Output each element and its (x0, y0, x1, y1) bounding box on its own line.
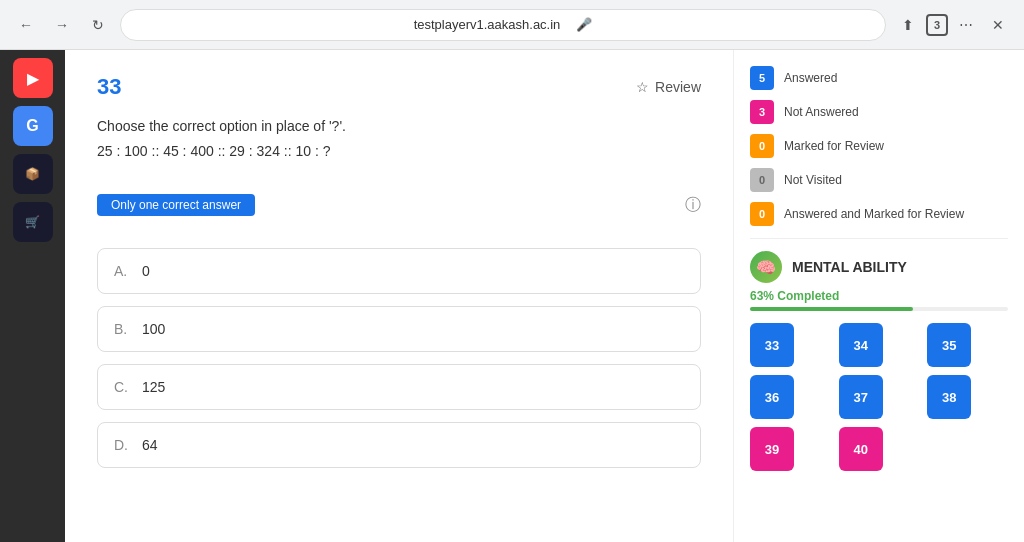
option-c-label: C. (114, 379, 130, 395)
sidebar-app-youtube[interactable]: ▶ (13, 58, 53, 98)
left-sidebar: ▶ G 📦 🛒 (0, 50, 65, 542)
option-b-value: 100 (142, 321, 165, 337)
section-divider (750, 238, 1008, 239)
marked-review-badge: 0 (750, 134, 774, 158)
legend-answered-marked: 0 Answered and Marked for Review (750, 202, 1008, 226)
sidebar-app-cart[interactable]: 🛒 (13, 202, 53, 242)
question-btn-38[interactable]: 38 (927, 375, 971, 419)
address-bar[interactable]: testplayerv1.aakash.ac.in 🎤 (120, 9, 886, 41)
browser-actions: ⬆ 3 ⋯ ✕ (894, 11, 1012, 39)
option-c[interactable]: C. 125 (97, 364, 701, 410)
not-answered-label: Not Answered (784, 105, 859, 119)
section-title: MENTAL ABILITY (792, 259, 907, 275)
close-button[interactable]: ✕ (984, 11, 1012, 39)
sidebar-app-dark[interactable]: 📦 (13, 154, 53, 194)
completion-bar-container: 63% Completed (750, 289, 1008, 311)
answered-label: Answered (784, 71, 837, 85)
answered-marked-badge: 0 (750, 202, 774, 226)
main-content: 33 ☆ Review Choose the correct option in… (65, 50, 1024, 542)
question-grid: 33 34 35 36 37 38 39 40 (750, 323, 1008, 471)
question-btn-39[interactable]: 39 (750, 427, 794, 471)
question-text-line2: 25 : 100 :: 45 : 400 :: 29 : 324 :: 10 :… (97, 141, 701, 162)
info-icon[interactable]: ⓘ (685, 195, 701, 216)
completion-bar-fill (750, 307, 913, 311)
not-visited-label: Not Visited (784, 173, 842, 187)
completion-bar-bg (750, 307, 1008, 311)
option-b-label: B. (114, 321, 130, 337)
back-button[interactable]: ← (12, 11, 40, 39)
legend-not-answered: 3 Not Answered (750, 100, 1008, 124)
options-list: A. 0 B. 100 C. 125 D. 64 (97, 248, 701, 468)
question-btn-33[interactable]: 33 (750, 323, 794, 367)
legend-marked-review: 0 Marked for Review (750, 134, 1008, 158)
option-d[interactable]: D. 64 (97, 422, 701, 468)
sidebar-app-google[interactable]: G (13, 106, 53, 146)
question-btn-40[interactable]: 40 (839, 427, 883, 471)
marked-review-label: Marked for Review (784, 139, 884, 153)
right-panel: 5 Answered 3 Not Answered 0 Marked for R… (734, 50, 1024, 542)
option-d-value: 64 (142, 437, 158, 453)
question-text-line1: Choose the correct option in place of '?… (97, 116, 701, 137)
section-icon: 🧠 (750, 251, 782, 283)
legend-answered: 5 Answered (750, 66, 1008, 90)
mic-icon[interactable]: 🎤 (576, 17, 592, 32)
question-btn-36[interactable]: 36 (750, 375, 794, 419)
reload-button[interactable]: ↻ (84, 11, 112, 39)
option-b[interactable]: B. 100 (97, 306, 701, 352)
option-d-label: D. (114, 437, 130, 453)
completion-text: 63% Completed (750, 289, 1008, 303)
question-panel: 33 ☆ Review Choose the correct option in… (65, 50, 734, 542)
url-text: testplayerv1.aakash.ac.in (414, 17, 561, 32)
review-label: Review (655, 79, 701, 95)
not-answered-badge: 3 (750, 100, 774, 124)
question-btn-35[interactable]: 35 (927, 323, 971, 367)
review-button[interactable]: ☆ Review (636, 79, 701, 95)
not-visited-badge: 0 (750, 168, 774, 192)
forward-button[interactable]: → (48, 11, 76, 39)
browser-chrome: ← → ↻ testplayerv1.aakash.ac.in 🎤 ⬆ 3 ⋯ … (0, 0, 1024, 50)
section-header: 🧠 MENTAL ABILITY (750, 251, 1008, 283)
question-number: 33 (97, 74, 121, 100)
question-btn-34[interactable]: 34 (839, 323, 883, 367)
legend-not-visited: 0 Not Visited (750, 168, 1008, 192)
option-a-label: A. (114, 263, 130, 279)
answered-marked-label: Answered and Marked for Review (784, 207, 964, 221)
answered-badge: 5 (750, 66, 774, 90)
option-c-value: 125 (142, 379, 165, 395)
star-icon: ☆ (636, 79, 649, 95)
option-a[interactable]: A. 0 (97, 248, 701, 294)
question-btn-37[interactable]: 37 (839, 375, 883, 419)
option-a-value: 0 (142, 263, 150, 279)
more-button[interactable]: ⋯ (952, 11, 980, 39)
instruction-badge: Only one correct answer (97, 194, 255, 216)
tab-count-badge[interactable]: 3 (926, 14, 948, 36)
share-button[interactable]: ⬆ (894, 11, 922, 39)
question-header: 33 ☆ Review (97, 74, 701, 100)
